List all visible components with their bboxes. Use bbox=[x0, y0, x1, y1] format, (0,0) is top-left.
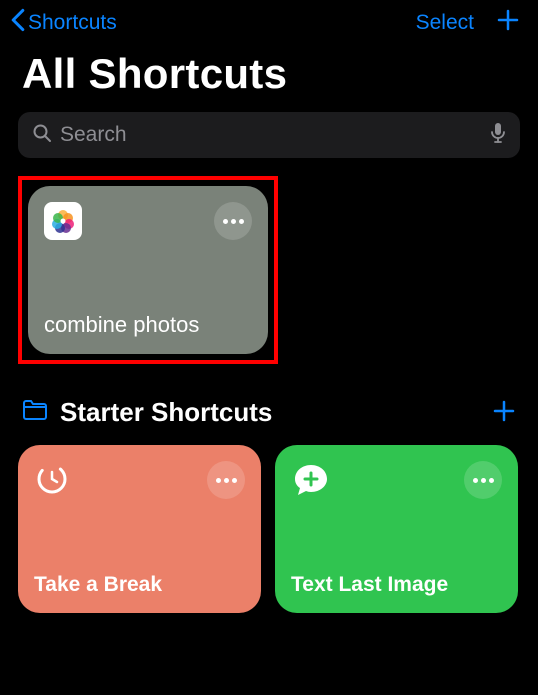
page-title: All Shortcuts bbox=[0, 42, 538, 112]
header-actions: Select bbox=[416, 8, 520, 38]
search-bar[interactable] bbox=[18, 112, 520, 158]
chevron-left-icon bbox=[10, 8, 26, 38]
timer-icon bbox=[34, 461, 70, 497]
card-header bbox=[34, 461, 245, 499]
card-header bbox=[291, 461, 502, 501]
section-title-group[interactable]: Starter Shortcuts bbox=[22, 397, 272, 428]
more-options-button[interactable] bbox=[464, 461, 502, 499]
highlight-box: combine photos bbox=[18, 176, 278, 364]
shortcut-title: combine photos bbox=[44, 312, 252, 338]
back-button[interactable]: Shortcuts bbox=[10, 8, 117, 38]
shortcut-card-take-break[interactable]: Take a Break bbox=[18, 445, 261, 613]
shortcut-title: Text Last Image bbox=[291, 573, 502, 597]
more-options-button[interactable] bbox=[207, 461, 245, 499]
ellipsis-icon bbox=[473, 478, 494, 483]
back-label: Shortcuts bbox=[28, 11, 117, 35]
search-icon bbox=[32, 123, 52, 148]
content-area: combine photos Starter Shortcuts bbox=[0, 176, 538, 613]
microphone-icon[interactable] bbox=[490, 122, 506, 149]
ellipsis-icon bbox=[223, 219, 244, 224]
select-button[interactable]: Select bbox=[416, 11, 474, 35]
more-options-button[interactable] bbox=[214, 202, 252, 240]
card-header bbox=[44, 202, 252, 240]
search-input[interactable] bbox=[60, 123, 490, 147]
shortcut-title: Take a Break bbox=[34, 573, 245, 597]
section-title: Starter Shortcuts bbox=[60, 397, 272, 428]
section-header: Starter Shortcuts bbox=[18, 394, 520, 445]
shortcut-card-combine-photos[interactable]: combine photos bbox=[28, 186, 268, 354]
nav-header: Shortcuts Select bbox=[0, 0, 538, 42]
starter-cards-row: Take a Break Text Last Image bbox=[18, 445, 520, 613]
folder-icon bbox=[22, 399, 48, 426]
photos-app-icon bbox=[44, 202, 82, 240]
shortcut-card-text-last-image[interactable]: Text Last Image bbox=[275, 445, 518, 613]
ellipsis-icon bbox=[216, 478, 237, 483]
add-shortcut-button[interactable] bbox=[496, 8, 520, 38]
message-plus-icon bbox=[291, 461, 331, 501]
add-to-section-button[interactable] bbox=[492, 394, 516, 431]
